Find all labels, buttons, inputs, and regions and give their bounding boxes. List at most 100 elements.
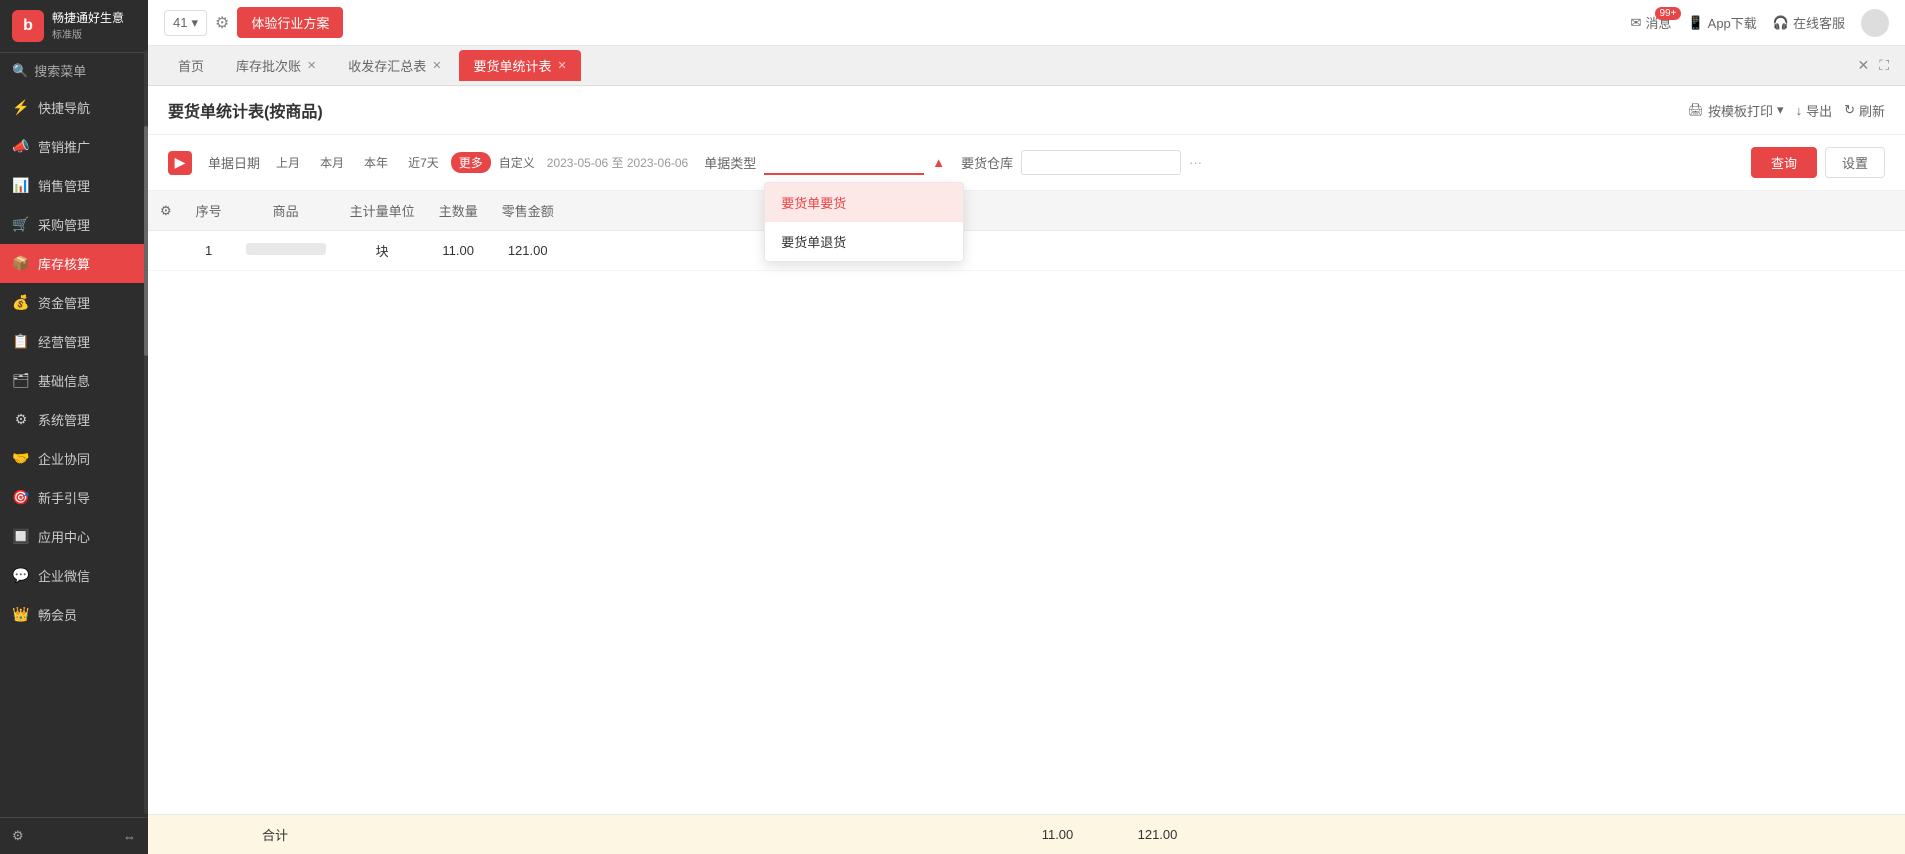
row-goods-cell xyxy=(234,231,338,271)
dropdown-item-1[interactable]: 要货单退货 xyxy=(765,222,963,261)
refresh-icon: ↻ xyxy=(1844,102,1855,118)
date-custom-btn[interactable]: 自定义 xyxy=(499,154,535,171)
query-button[interactable]: 查询 xyxy=(1751,147,1817,178)
date-btn-more[interactable]: 更多 xyxy=(451,152,491,173)
inventory-icon: 📦 xyxy=(12,255,30,272)
page-content: 要货单统计表(按商品) 🖨 按模板打印 ▾ ↓ 导出 ↻ 刷新 ▶ xyxy=(148,86,1905,854)
tab-home[interactable]: 首页 xyxy=(164,50,218,81)
tab-inventory-batch[interactable]: 库存批次账 ✕ xyxy=(222,50,330,81)
messages-badge: 99+ xyxy=(1655,7,1682,20)
sidebar-item-label: 企业协同 xyxy=(38,449,90,468)
sidebar-item-system[interactable]: ⚙ 系统管理 xyxy=(0,400,148,439)
footer-label: 合计 xyxy=(262,825,322,844)
row-settings-cell xyxy=(148,231,184,271)
print-button[interactable]: 🖨 按模板打印 ▾ xyxy=(1688,101,1784,120)
data-table: ⚙ 序号 商品 主计量单位 主数量 零售金额 1 xyxy=(148,191,1905,271)
row-unit-cell: 块 xyxy=(338,231,427,271)
finance-icon: 💰 xyxy=(12,294,30,311)
sidebar-item-enterprise[interactable]: 🤝 企业协同 xyxy=(0,439,148,478)
goods-placeholder xyxy=(246,243,326,255)
search-menu[interactable]: 🔍 搜索菜单 xyxy=(0,53,148,88)
sidebar-toggle-icon[interactable]: ⇔ xyxy=(123,829,136,844)
col-no: 序号 xyxy=(184,191,234,231)
wechat-icon: 💬 xyxy=(12,567,30,584)
table-header-row: ⚙ 序号 商品 主计量单位 主数量 零售金额 xyxy=(148,191,1905,231)
app-download-item[interactable]: 📱 App下载 xyxy=(1687,13,1756,32)
export-button[interactable]: ↓ 导出 xyxy=(1796,101,1833,120)
warehouse-filter-label: 要货仓库 xyxy=(961,153,1013,172)
message-icon: ✉ xyxy=(1631,15,1642,31)
date-btn-this-month[interactable]: 本月 xyxy=(312,151,352,174)
col-goods: 商品 xyxy=(234,191,338,231)
footer-amount: 121.00 xyxy=(1118,827,1198,842)
type-filter-arrow[interactable]: ▲ xyxy=(932,155,945,170)
warehouse-filter-group: 要货仓库 ··· xyxy=(961,150,1202,175)
sidebar-item-base[interactable]: 🗂 基础信息 xyxy=(0,361,148,400)
logo-text: 畅捷通好生意 xyxy=(52,11,124,27)
filter-expand-button[interactable]: ▶ xyxy=(168,151,192,175)
sidebar-item-inventory[interactable]: 📦 库存核算 xyxy=(0,244,148,283)
messages-item[interactable]: ✉ 消息 99+ xyxy=(1631,13,1672,32)
online-service-label: 在线客服 xyxy=(1793,13,1845,32)
sidebar-item-label: 畅会员 xyxy=(38,605,77,624)
search-icon: 🔍 xyxy=(12,63,28,79)
company-selector[interactable]: 41 ▾ xyxy=(164,10,207,36)
col-settings[interactable]: ⚙ xyxy=(148,191,184,231)
sidebar-item-quick-nav[interactable]: ⚡ 快捷导航 xyxy=(0,88,148,127)
topbar-right: ✉ 消息 99+ 📱 App下载 🎧 在线客服 xyxy=(1631,9,1889,37)
print-chevron-icon: ▾ xyxy=(1777,102,1784,118)
chevron-down-icon: ▾ xyxy=(191,15,198,31)
sidebar-item-wechat[interactable]: 💬 企业微信 xyxy=(0,556,148,595)
window-maximize-btn[interactable]: ⛶ xyxy=(1879,57,1889,74)
online-service-item[interactable]: 🎧 在线客服 xyxy=(1773,13,1845,32)
tab-receive-summary-label: 收发存汇总表 xyxy=(348,56,426,75)
type-filter-input[interactable] xyxy=(764,150,924,175)
sidebar-item-finance[interactable]: 💰 资金管理 xyxy=(0,283,148,322)
row-amount-cell: 121.00 xyxy=(490,231,566,271)
print-label: 按模板打印 xyxy=(1708,101,1773,120)
row-no-cell: 1 xyxy=(184,231,234,271)
sidebar-item-label: 销售管理 xyxy=(38,176,90,195)
sidebar-item-member[interactable]: 👑 畅会员 xyxy=(0,595,148,634)
row-quantity-cell: 11.00 xyxy=(427,231,490,271)
sidebar-item-purchase[interactable]: 🛒 采购管理 xyxy=(0,205,148,244)
sidebar-item-label: 资金管理 xyxy=(38,293,90,312)
sidebar-item-label: 应用中心 xyxy=(38,527,90,546)
trial-button[interactable]: 体验行业方案 xyxy=(237,7,343,38)
tab-home-label: 首页 xyxy=(178,56,204,75)
settings-icon[interactable]: ⚙ xyxy=(12,828,24,844)
sidebar-item-app-center[interactable]: 🔲 应用中心 xyxy=(0,517,148,556)
warehouse-filter-dots[interactable]: ··· xyxy=(1189,155,1202,170)
logo-sub: 标准版 xyxy=(52,26,124,41)
sidebar-item-business[interactable]: 📋 经营管理 xyxy=(0,322,148,361)
date-btn-last-month[interactable]: 上月 xyxy=(268,151,308,174)
tab-receive-summary-close[interactable]: ✕ xyxy=(432,59,441,72)
date-btn-this-year[interactable]: 本年 xyxy=(356,151,396,174)
topbar-gear-icon[interactable]: ⚙ xyxy=(215,13,229,33)
settings-button[interactable]: 设置 xyxy=(1825,147,1885,178)
tab-order-summary-close[interactable]: ✕ xyxy=(558,59,567,72)
app-center-icon: 🔲 xyxy=(12,528,30,545)
logo: b 畅捷通好生意 标准版 xyxy=(0,0,148,53)
sidebar-item-sales[interactable]: 📊 销售管理 xyxy=(0,166,148,205)
tabbar: 首页 库存批次账 ✕ 收发存汇总表 ✕ 要货单统计表 ✕ ✕ ⛶ xyxy=(148,46,1905,86)
type-dropdown: 要货单要货 要货单退货 xyxy=(764,182,964,262)
sidebar-item-marketing[interactable]: 📣 营销推广 xyxy=(0,127,148,166)
tab-order-summary[interactable]: 要货单统计表 ✕ xyxy=(459,50,580,81)
app-download-label: App下载 xyxy=(1708,13,1757,32)
window-close-btn[interactable]: ✕ xyxy=(1857,57,1869,74)
warehouse-filter-input[interactable] xyxy=(1021,150,1181,175)
sidebar-item-guide[interactable]: 🎯 新手引导 xyxy=(0,478,148,517)
tab-receive-summary[interactable]: 收发存汇总表 ✕ xyxy=(334,50,455,81)
user-avatar[interactable] xyxy=(1861,9,1889,37)
print-icon: 🖨 xyxy=(1688,102,1705,118)
tab-inventory-batch-close[interactable]: ✕ xyxy=(307,59,316,72)
col-quantity: 主数量 xyxy=(427,191,490,231)
dropdown-item-0[interactable]: 要货单要货 xyxy=(765,183,963,222)
refresh-button[interactable]: ↻ 刷新 xyxy=(1844,101,1885,120)
business-icon: 📋 xyxy=(12,333,30,350)
table-row: 1 块 11.00 121.00 xyxy=(148,231,1905,271)
tab-order-summary-label: 要货单统计表 xyxy=(473,56,551,75)
date-filter-group: 单据日期 上月 本月 本年 近7天 更多 自定义 2023-05-06 至 20… xyxy=(208,151,688,174)
date-btn-7days[interactable]: 近7天 xyxy=(400,151,447,174)
